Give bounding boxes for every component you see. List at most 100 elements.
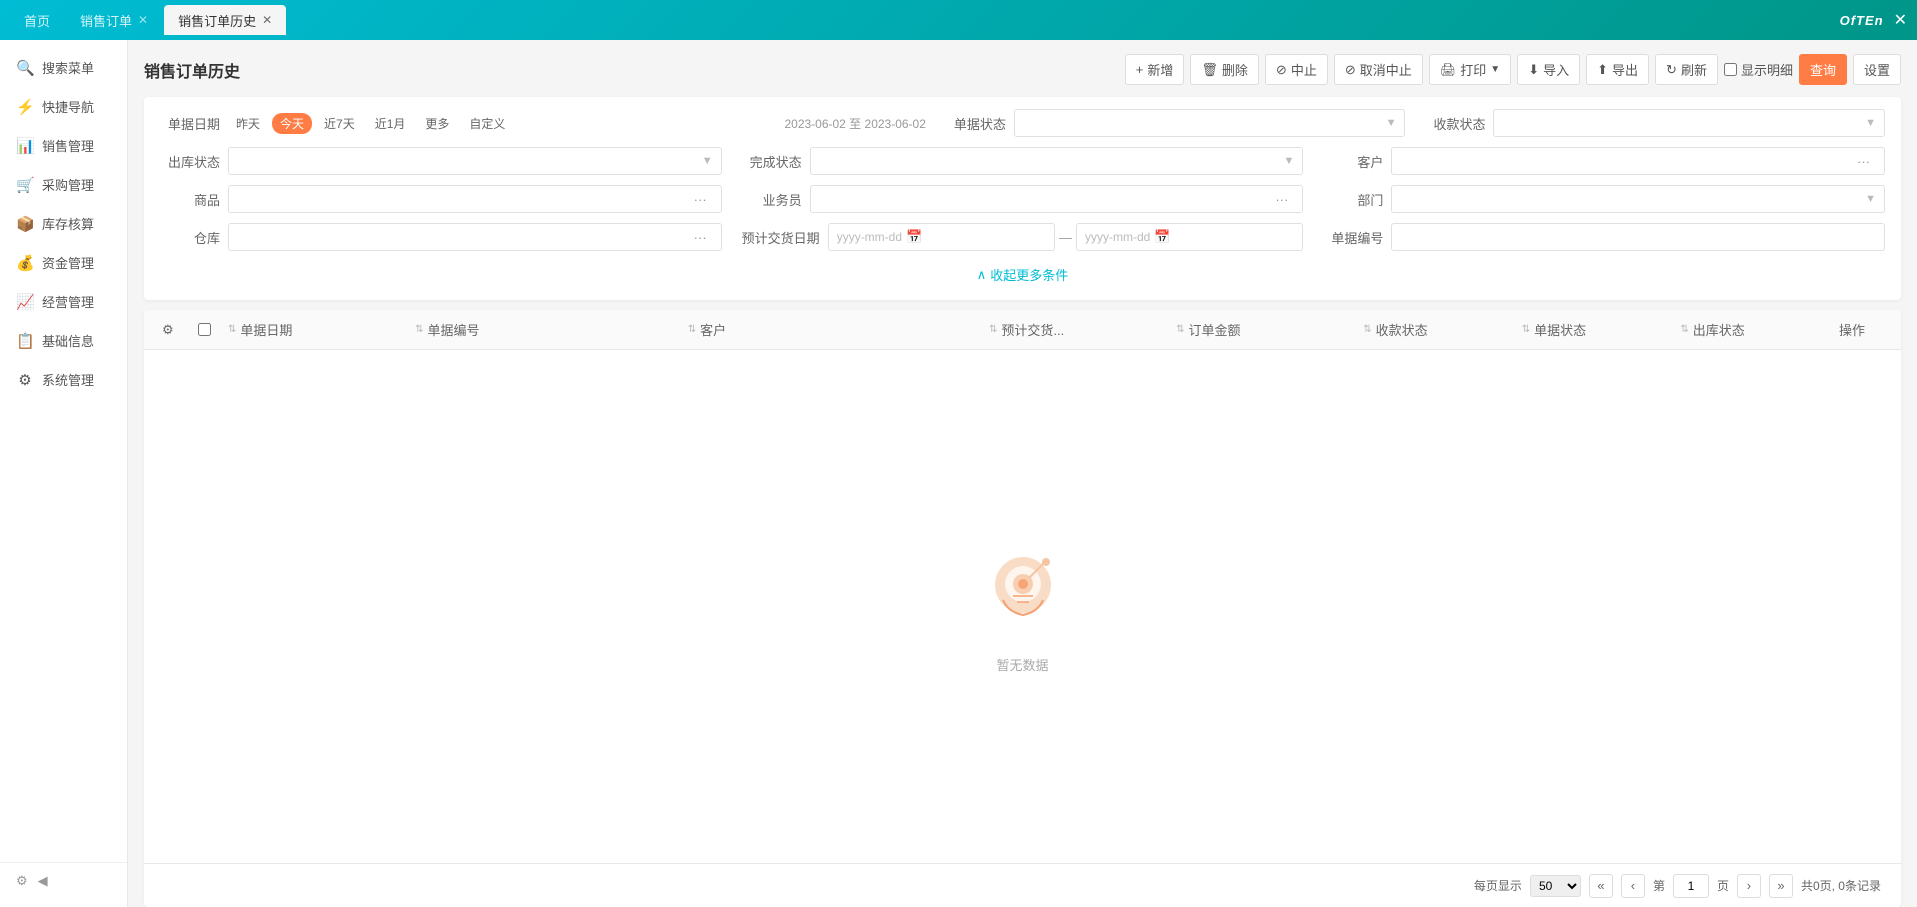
th-check[interactable] — [190, 323, 220, 336]
filter-customer: 客户 ··· — [1323, 147, 1885, 175]
sidebar-item-purchase-label: 采购管理 — [42, 175, 94, 194]
date-1month[interactable]: 近1月 — [367, 113, 414, 134]
filter-row-4: 仓库 ··· 预计交货日期 yyyy-mm-dd 📅 — — [160, 223, 1885, 251]
sidebar-item-purchase[interactable]: 🛒 采购管理 — [0, 165, 127, 204]
th-delivery[interactable]: ⇅ 预计交货... — [981, 320, 1168, 339]
warehouse-input[interactable]: ··· — [228, 223, 722, 251]
last-page-button[interactable]: » — [1769, 874, 1793, 898]
new-icon: + — [1136, 62, 1144, 77]
show-detail-label: 显示明细 — [1741, 60, 1793, 79]
collapse-button[interactable]: ∧ 收起更多条件 — [973, 261, 1073, 288]
sidebar-item-inventory[interactable]: 📦 库存核算 — [0, 204, 127, 243]
sidebar-settings-icon[interactable]: ⚙ — [16, 873, 28, 889]
table-body: 暂无数据 — [144, 350, 1901, 863]
print-button[interactable]: 🖨 打印 ▼ — [1429, 54, 1511, 85]
import-button[interactable]: ⬇ 导入 — [1517, 54, 1580, 85]
tab-sales-order-history-close[interactable]: ✕ — [262, 13, 272, 27]
filter-row-3: 商品 ··· 业务员 ··· 部门 — [160, 185, 1885, 213]
th-pay-status-label: 收款状态 — [1376, 320, 1428, 339]
th-out-status-label: 出库状态 — [1693, 320, 1745, 339]
date-custom[interactable]: 自定义 — [461, 113, 513, 134]
tab-list: 首页 销售订单 ✕ 销售订单历史 ✕ — [10, 5, 1840, 35]
print-icon: 🖨 — [1440, 62, 1457, 78]
product-input[interactable]: ··· — [228, 185, 722, 213]
sidebar-item-system[interactable]: ⚙ 系统管理 — [0, 360, 127, 399]
select-all-checkbox[interactable] — [198, 323, 211, 336]
sidebar-item-basic-info[interactable]: 📋 基础信息 — [0, 321, 127, 360]
tab-sales-order-history[interactable]: 销售订单历史 ✕ — [164, 5, 286, 35]
page-size-select[interactable]: 50 10 20 100 — [1530, 875, 1581, 897]
settings-button[interactable]: 设置 — [1853, 54, 1901, 85]
filter-delivery: 预计交货日期 yyyy-mm-dd 📅 — yyyy-mm-dd 📅 — [742, 223, 1304, 251]
tab-home[interactable]: 首页 — [10, 5, 64, 35]
sidebar-item-quick-nav[interactable]: ⚡ 快捷导航 — [0, 87, 127, 126]
date-7days[interactable]: 近7天 — [316, 113, 363, 134]
collapse-label: 收起更多条件 — [990, 265, 1068, 284]
th-order-status[interactable]: ⇅ 单据状态 — [1514, 320, 1673, 339]
new-button[interactable]: + 新增 — [1125, 54, 1185, 85]
product-ellipsis-icon[interactable]: ··· — [688, 192, 713, 207]
warehouse-ellipsis-icon[interactable]: ··· — [688, 230, 713, 245]
calendar-start-icon[interactable]: 📅 — [906, 229, 922, 245]
dept-select[interactable]: ▼ — [1391, 185, 1885, 213]
th-pay-sort-icon: ⇅ — [1363, 324, 1371, 335]
th-amount-label: 订单金额 — [1188, 320, 1240, 339]
payment-select[interactable]: ▼ — [1493, 109, 1885, 137]
cancel-stop-button[interactable]: ⊘ 取消中止 — [1334, 54, 1423, 85]
empty-text: 暂无数据 — [996, 655, 1048, 674]
th-out-status[interactable]: ⇅ 出库状态 — [1672, 320, 1831, 339]
window-close-icon[interactable]: ✕ — [1894, 10, 1907, 30]
calendar-end-icon[interactable]: 📅 — [1154, 229, 1170, 245]
date-today[interactable]: 今天 — [272, 113, 312, 134]
sidebar-item-search[interactable]: 🔍 搜索菜单 — [0, 48, 127, 87]
th-customer[interactable]: ⇅ 客户 — [680, 320, 981, 339]
date-yesterday[interactable]: 昨天 — [228, 113, 268, 134]
delete-label: 删除 — [1222, 60, 1248, 79]
stop-icon: ⊘ — [1276, 62, 1287, 78]
th-op-label: 操作 — [1839, 320, 1865, 339]
salesman-input[interactable]: ··· — [810, 185, 1304, 213]
customer-input[interactable]: ··· — [1391, 147, 1885, 175]
complete-select[interactable]: ▼ — [810, 147, 1304, 175]
query-button[interactable]: 查询 — [1799, 54, 1847, 85]
export-button[interactable]: ⬆ 导出 — [1586, 54, 1649, 85]
th-settings[interactable]: ⚙ — [154, 322, 190, 338]
tab-sales-order-close[interactable]: ✕ — [138, 13, 148, 27]
delete-button[interactable]: 🗑 删除 — [1190, 54, 1259, 85]
show-detail-checkbox[interactable]: 显示明细 — [1724, 60, 1793, 79]
sidebar-item-finance[interactable]: 💰 资金管理 — [0, 243, 127, 282]
page-number-input[interactable] — [1673, 874, 1709, 898]
stop-button[interactable]: ⊘ 中止 — [1265, 54, 1328, 85]
delivery-start-input[interactable]: yyyy-mm-dd 📅 — [828, 223, 1055, 251]
sidebar-collapse-icon[interactable]: ◀ — [38, 873, 48, 889]
sidebar-item-sales[interactable]: 📊 销售管理 — [0, 126, 127, 165]
next-page-button[interactable]: › — [1737, 874, 1761, 898]
quick-nav-icon: ⚡ — [16, 98, 34, 116]
status-label: 单据状态 — [946, 114, 1006, 133]
status-select[interactable]: ▼ — [1014, 109, 1406, 137]
out-status-select[interactable]: ▼ — [228, 147, 722, 175]
sidebar-item-search-label: 搜索菜单 — [42, 58, 94, 77]
th-date[interactable]: ⇅ 单据日期 — [220, 320, 407, 339]
refresh-button[interactable]: ↻ 刷新 — [1655, 54, 1718, 85]
th-pay-status[interactable]: ⇅ 收款状态 — [1355, 320, 1514, 339]
filter-date: 单据日期 昨天 今天 近7天 近1月 更多 自定义 2023-06-02 至 2… — [160, 113, 926, 134]
sidebar-item-operations[interactable]: 📈 经营管理 — [0, 282, 127, 321]
order-num-input[interactable] — [1391, 223, 1885, 251]
show-detail-input[interactable] — [1724, 63, 1737, 76]
th-amount[interactable]: ⇅ 订单金额 — [1168, 320, 1355, 339]
payment-arrow-icon: ▼ — [1865, 117, 1876, 129]
status-arrow-icon: ▼ — [1386, 117, 1397, 129]
product-label: 商品 — [160, 190, 220, 209]
delivery-end-input[interactable]: yyyy-mm-dd 📅 — [1076, 223, 1303, 251]
salesman-ellipsis-icon[interactable]: ··· — [1269, 192, 1294, 207]
date-more[interactable]: 更多 — [417, 113, 457, 134]
system-icon: ⚙ — [16, 371, 34, 389]
first-page-button[interactable]: « — [1589, 874, 1613, 898]
customer-ellipsis-icon[interactable]: ··· — [1851, 154, 1876, 169]
filter-status: 单据状态 ▼ — [946, 109, 1406, 137]
prev-page-button[interactable]: ‹ — [1621, 874, 1645, 898]
tab-sales-order[interactable]: 销售订单 ✕ — [66, 5, 162, 35]
th-num[interactable]: ⇅ 单据编号 — [407, 320, 680, 339]
th-delivery-sort-icon: ⇅ — [989, 324, 997, 335]
